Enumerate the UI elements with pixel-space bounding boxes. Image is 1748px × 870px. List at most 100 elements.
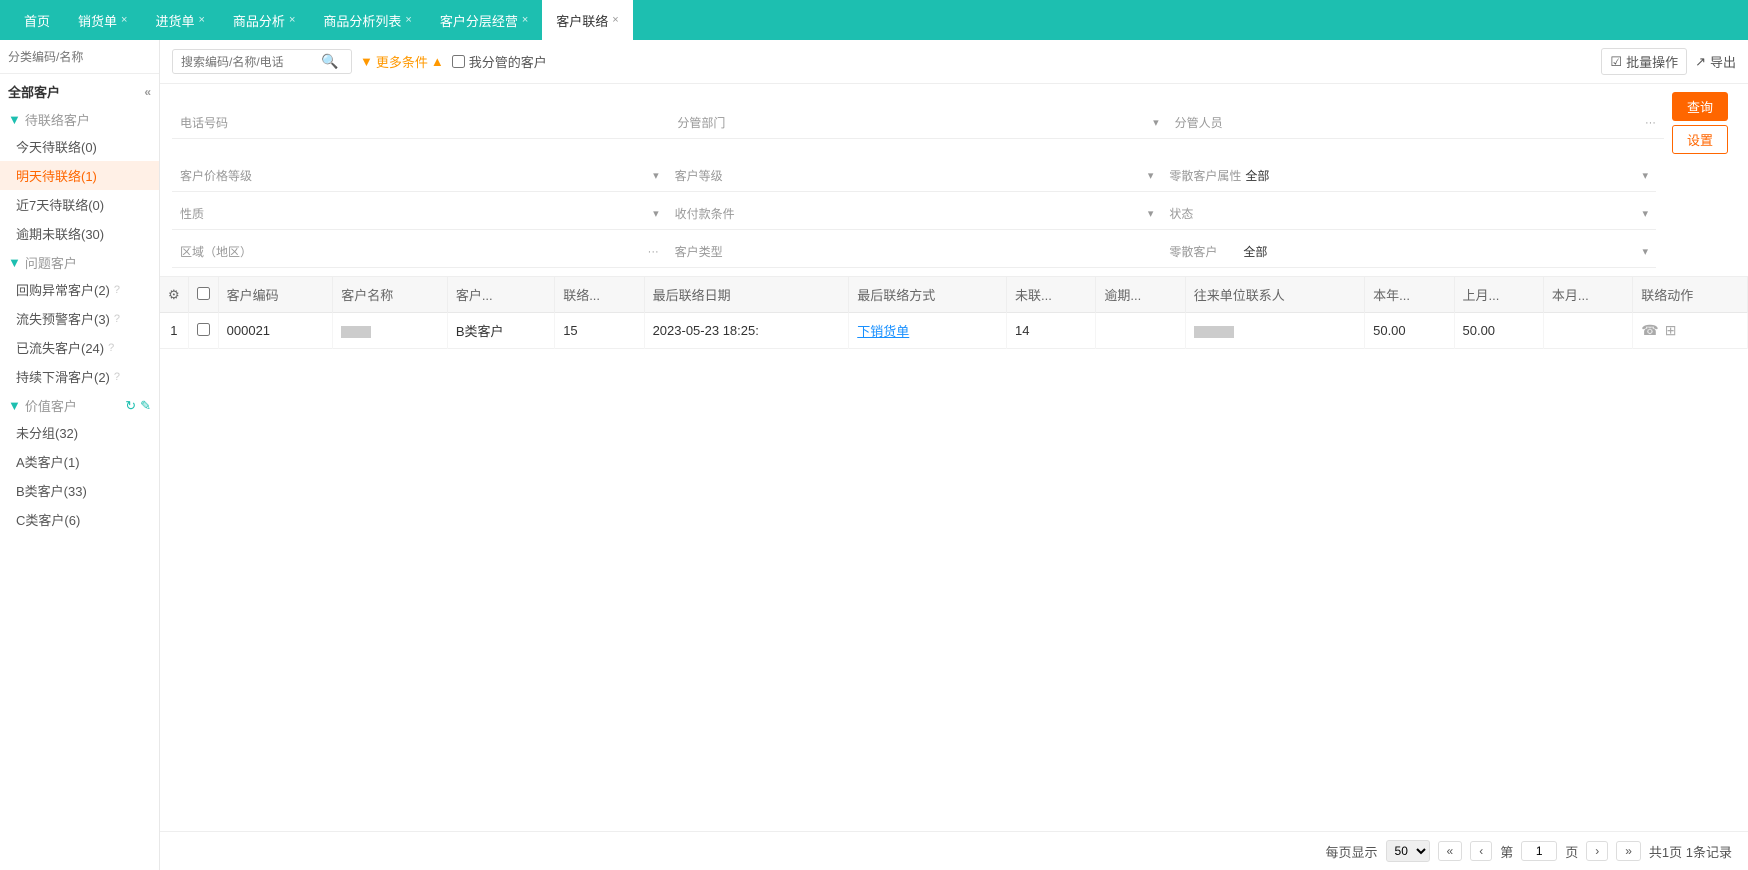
td-last-date: 2023-05-23 18:25: (644, 313, 849, 349)
sidebar-item-churned[interactable]: 已流失客户(24) ? (0, 333, 159, 362)
action-more-icon[interactable]: ⊞ (1665, 322, 1677, 339)
value-refresh-icon[interactable]: ↻ (125, 398, 136, 414)
per-page-select[interactable]: 50 (1386, 840, 1430, 862)
filter-nature[interactable]: 性质 ▾ (172, 198, 667, 230)
filter-manager[interactable]: 分管人员 ··· (1167, 107, 1664, 139)
help-icon-4: ? (114, 371, 120, 383)
td-this-month (1543, 313, 1632, 349)
row-checkbox[interactable] (197, 323, 210, 336)
table-area: ⚙ 客户编码 客户名称 客户... 联络... 最后联络日期 最后联络方式 未联… (160, 277, 1748, 831)
th-uncontacted: 未联... (1006, 277, 1095, 313)
settings-button[interactable]: 设置 (1672, 125, 1728, 154)
filter-scatter-attr[interactable]: 零散客户属性 全部 ▾ (1161, 160, 1656, 192)
sidebar-group-value: ▼ 价值客户 ↻ ✎ (0, 391, 159, 418)
th-gear[interactable]: ⚙ (160, 277, 188, 313)
td-action: ☎ ⊞ (1633, 313, 1748, 349)
sidebar-item-churn-warning[interactable]: 流失预警客户(3) ? (0, 304, 159, 333)
sidebar: 🔍 全部客户 « ▼ 待联络客户 今天待联络(0) 明天待联络(1) 近7天待联… (0, 40, 160, 870)
pagination: 每页显示 50 « ‹ 第 页 › » 共1页 1条记录 (160, 831, 1748, 870)
customer-table: ⚙ 客户编码 客户名称 客户... 联络... 最后联络日期 最后联络方式 未联… (160, 277, 1748, 349)
nav-purchase-order[interactable]: 进货单 × (141, 0, 218, 40)
nav-close-sales-order[interactable]: × (121, 14, 127, 26)
sidebar-group-problem: ▼ 问题客户 (0, 248, 159, 275)
sidebar-item-today-contact[interactable]: 今天待联络(0) (0, 132, 159, 161)
sidebar-item-abnormal-purchase[interactable]: 回购异常客户(2) ? (0, 275, 159, 304)
nav-close-customer-contact[interactable]: × (612, 14, 618, 26)
nav-customer-layered[interactable]: 客户分层经营 × (426, 0, 542, 40)
td-name: Ea (333, 313, 448, 349)
last-method-link[interactable]: 下销货单 (857, 324, 909, 339)
help-icon-3: ? (108, 342, 114, 354)
query-button[interactable]: 查询 (1672, 92, 1728, 121)
my-customers-checkbox[interactable]: 我分管的客户 (452, 52, 547, 71)
sidebar-item-tomorrow-contact[interactable]: 明天待联络(1) (0, 161, 159, 190)
chevron-payment: ▾ (1148, 207, 1154, 220)
sidebar-search-input[interactable] (8, 50, 160, 64)
more-conditions-btn[interactable]: ▼ 更多条件 ▲ (360, 52, 444, 71)
nav-customer-contact[interactable]: 客户联络 × (542, 0, 632, 40)
th-contact: 联络... (555, 277, 644, 313)
prev-page-btn[interactable]: ‹ (1470, 841, 1492, 861)
th-type: 客户... (447, 277, 554, 313)
nav-sales-order[interactable]: 销货单 × (64, 0, 141, 40)
sidebar-item-c-class[interactable]: C类客户(6) (0, 505, 159, 534)
action-phone-icon[interactable]: ☎ (1641, 322, 1658, 339)
filter-row-1: 电话号码 分管部门 ▾ 分管人员 ··· 查询 设置 (172, 92, 1736, 154)
nav-close-purchase-order[interactable]: × (198, 14, 204, 26)
filter-row-3: 性质 ▾ 收付款条件 ▾ 状态 ▾ (172, 198, 1736, 230)
filter-price-level[interactable]: 客户价格等级 ▾ (172, 160, 667, 192)
nav-close-customer-layered[interactable]: × (522, 14, 528, 26)
td-last-method[interactable]: 下销货单 (849, 313, 1007, 349)
filter-bar: 🔍 ▼ 更多条件 ▲ 我分管的客户 ☑ 批量操作 ↗ 导出 (160, 40, 1748, 84)
filter-actions: 查询 设置 (1664, 92, 1736, 154)
batch-op-btn[interactable]: ☑ 批量操作 (1601, 48, 1687, 75)
next-page-btn[interactable]: › (1586, 841, 1608, 861)
last-page-btn[interactable]: » (1616, 841, 1641, 861)
help-icon-1: ? (114, 284, 120, 296)
td-index: 1 (160, 313, 188, 349)
chevron-nature: ▾ (653, 207, 659, 220)
chevron-status: ▾ (1642, 207, 1648, 220)
th-checkbox (188, 277, 218, 313)
nav-home[interactable]: 首页 (10, 0, 64, 40)
sidebar-item-a-class[interactable]: A类客户(1) (0, 447, 159, 476)
filter-scatter-customer[interactable]: 零散客户 全部 ▾ (1161, 236, 1656, 268)
value-edit-icon[interactable]: ✎ (140, 398, 151, 414)
sidebar-item-overdue-contact[interactable]: 逾期未联络(30) (0, 219, 159, 248)
search-icon[interactable]: 🔍 (321, 53, 338, 70)
collapse-icon[interactable]: « (144, 85, 151, 99)
filter-dept[interactable]: 分管部门 ▾ (669, 107, 1166, 139)
th-name: 客户名称 (333, 277, 448, 313)
nav-close-product-analysis-list[interactable]: × (405, 14, 411, 26)
sidebar-item-b-class[interactable]: B类客户(33) (0, 476, 159, 505)
td-type: B类客户 (447, 313, 554, 349)
filter-customer-type[interactable]: 客户类型 (667, 236, 1162, 268)
sidebar-item-ungrouped[interactable]: 未分组(32) (0, 418, 159, 447)
sidebar-item-declining[interactable]: 持续下滑客户(2) ? (0, 362, 159, 391)
chevron-dept: ▾ (1153, 116, 1159, 129)
page-input[interactable] (1521, 841, 1557, 861)
nav-product-analysis[interactable]: 商品分析 × (219, 0, 309, 40)
sidebar-search-wrap: 🔍 (0, 40, 159, 74)
td-checkbox (188, 313, 218, 349)
nav-product-analysis-list[interactable]: 商品分析列表 × (309, 0, 425, 40)
filter-customer-level[interactable]: 客户等级 ▾ (667, 160, 1162, 192)
search-input[interactable] (181, 55, 321, 69)
filter-phone[interactable]: 电话号码 (172, 107, 669, 139)
filter-region[interactable]: 区域（地区） ··· (172, 236, 667, 268)
select-all-checkbox[interactable] (197, 287, 210, 300)
contact-person-masked (1194, 326, 1234, 338)
filter-payment-terms[interactable]: 收付款条件 ▾ (667, 198, 1162, 230)
sidebar-all-customers[interactable]: 全部客户 « (0, 74, 159, 105)
th-this-month: 本月... (1543, 277, 1632, 313)
filter-status[interactable]: 状态 ▾ (1161, 198, 1656, 230)
nav-close-product-analysis[interactable]: × (289, 14, 295, 26)
dots-region: ··· (648, 246, 659, 258)
total-label: 共1页 1条记录 (1649, 842, 1732, 861)
main-layout: 🔍 全部客户 « ▼ 待联络客户 今天待联络(0) 明天待联络(1) 近7天待联… (0, 40, 1748, 870)
td-contact: 15 (555, 313, 644, 349)
sidebar-item-7day-contact[interactable]: 近7天待联络(0) (0, 190, 159, 219)
my-customers-check[interactable] (452, 55, 465, 68)
first-page-btn[interactable]: « (1438, 841, 1463, 861)
export-btn[interactable]: ↗ 导出 (1695, 52, 1736, 71)
